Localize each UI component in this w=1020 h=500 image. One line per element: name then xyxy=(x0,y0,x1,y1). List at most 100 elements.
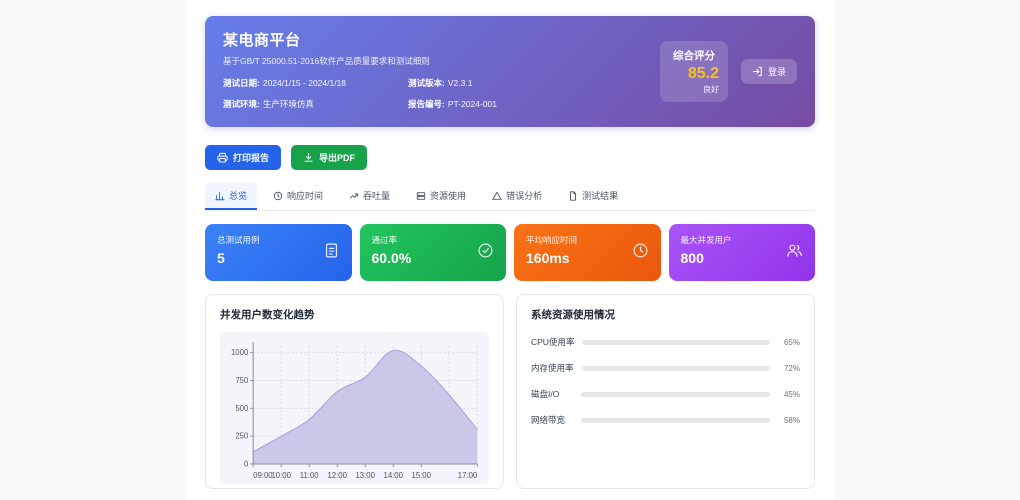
stat-cards: 总测试用例 5 通过率 60.0% 平均响应时间 160ms 最大并发用户 80… xyxy=(205,224,815,281)
print-report-button[interactable]: 打印报告 xyxy=(205,145,282,170)
tab-label: 总览 xyxy=(229,191,248,201)
tab-response-time[interactable]: 响应时间 xyxy=(263,183,333,210)
concurrency-chart-svg: 0 250 500 750 1000 09:0010:00 11:00 12:00 13:00 1… xyxy=(231,342,478,480)
stat-label: 通过率 xyxy=(371,235,398,245)
resource-percent: 45% xyxy=(783,389,800,399)
meta-test-version: 测试版本: V2.3.1 xyxy=(408,77,497,89)
meta-label: 测试日期: xyxy=(223,78,260,88)
report-page: 某电商平台 基于GB/T 25000.51-2016软件产品质量要求和测试细则 … xyxy=(185,0,835,500)
stat-card-avg-response-time: 平均响应时间 160ms xyxy=(514,224,661,281)
login-label: 登录 xyxy=(767,67,786,77)
svg-text:17:00: 17:00 xyxy=(458,471,478,480)
meta-report-number: 报告编号: PT-2024-001 xyxy=(408,98,497,110)
tab-throughput[interactable]: 吞吐量 xyxy=(339,183,400,210)
svg-text:750: 750 xyxy=(235,376,249,385)
svg-text:12:00: 12:00 xyxy=(327,471,347,480)
svg-text:10:00: 10:00 xyxy=(271,471,291,480)
tab-error-analysis[interactable]: 错误分析 xyxy=(482,183,552,210)
stat-label: 最大并发用户 xyxy=(680,235,732,245)
svg-text:14:00: 14:00 xyxy=(383,471,403,480)
meta-label: 报告编号: xyxy=(408,99,445,109)
tab-label: 响应时间 xyxy=(287,191,324,201)
tab-resource-usage[interactable]: 资源使用 xyxy=(406,183,476,210)
tab-overview[interactable]: 总览 xyxy=(205,183,258,210)
stat-label: 总测试用例 xyxy=(217,235,260,245)
content-panels: 并发用户数变化趋势 0 250 500 750 1000 09:00 10:00 11:00 1… xyxy=(205,294,815,489)
resource-progress-track xyxy=(581,365,770,371)
system-resources-panel: 系统资源使用情况 CPU使用率 65% 内存使用率 72% 磁盘I/O 45% xyxy=(516,294,815,489)
tab-bar: 总览 响应时间 吞吐量 资源使用 错误分析 测试结果 xyxy=(205,183,815,211)
users-icon xyxy=(786,242,803,264)
clock-icon xyxy=(273,191,283,201)
export-pdf-label: 导出PDF xyxy=(319,153,356,163)
tab-label: 测试结果 xyxy=(582,191,619,201)
login-icon xyxy=(752,66,763,77)
meta-test-env: 测试环境: 生产环境仿真 xyxy=(223,98,408,110)
meta-value: 2024/1/15 - 2024/1/18 xyxy=(262,78,347,88)
resource-label: 网络带宽 xyxy=(531,415,566,425)
resource-row-network: 网络带宽 58% xyxy=(531,414,800,426)
stat-card-max-concurrent-users: 最大并发用户 800 xyxy=(668,224,815,281)
toolbar: 打印报告 导出PDF xyxy=(205,145,815,170)
stat-value: 800 xyxy=(680,250,704,266)
report-header-info: 某电商平台 基于GB/T 25000.51-2016软件产品质量要求和测试细则 … xyxy=(223,29,497,114)
resource-label: 内存使用率 xyxy=(531,363,574,373)
svg-text:15:00: 15:00 xyxy=(412,471,432,480)
svg-text:0: 0 xyxy=(244,459,249,468)
svg-text:11:00: 11:00 xyxy=(300,471,319,480)
stat-label: 平均响应时间 xyxy=(526,235,578,245)
document-icon xyxy=(323,242,340,264)
meta-label: 测试版本: xyxy=(408,78,445,88)
tab-label: 吞吐量 xyxy=(363,191,391,201)
meta-value: V2.3.1 xyxy=(447,78,473,88)
export-pdf-button[interactable]: 导出PDF xyxy=(291,145,368,170)
bar-chart-icon xyxy=(215,191,225,201)
report-header-banner: 某电商平台 基于GB/T 25000.51-2016软件产品质量要求和测试细则 … xyxy=(205,16,815,127)
score-grade: 良好 xyxy=(702,85,719,94)
stat-value: 60.0% xyxy=(371,250,412,266)
resource-label: CPU使用率 xyxy=(531,337,575,347)
print-report-label: 打印报告 xyxy=(233,153,270,163)
trend-up-icon xyxy=(349,191,359,201)
concurrency-chart-title: 并发用户数变化趋势 xyxy=(220,309,315,321)
warning-triangle-icon xyxy=(492,191,502,201)
meta-value: 生产环境仿真 xyxy=(262,99,314,109)
svg-text:250: 250 xyxy=(235,432,249,441)
tab-label: 资源使用 xyxy=(430,191,467,201)
resource-percent: 58% xyxy=(783,415,800,425)
concurrency-trend-panel: 并发用户数变化趋势 0 250 500 750 1000 09:00 10:00 11:00 1… xyxy=(205,294,504,489)
check-circle-icon xyxy=(477,242,494,264)
meta-value: PT-2024-001 xyxy=(447,99,497,109)
printer-icon xyxy=(217,152,228,163)
server-icon xyxy=(416,191,426,201)
svg-text:09:00: 09:00 xyxy=(253,471,273,480)
resource-label: 磁盘I/O xyxy=(531,389,560,399)
header-right: 综合评分 85.2 良好 登录 xyxy=(659,29,797,114)
score-value: 85.2 xyxy=(687,65,719,82)
svg-text:1000: 1000 xyxy=(231,348,249,357)
file-icon xyxy=(568,190,578,201)
stat-card-pass-rate: 通过率 60.0% xyxy=(359,224,506,281)
page-title: 某电商平台 xyxy=(223,32,301,49)
score-label: 综合评分 xyxy=(672,50,715,62)
resource-row-memory: 内存使用率 72% xyxy=(531,362,800,374)
report-meta: 测试日期: 2024/1/15 - 2024/1/18 测试版本: V2.3.1 测… xyxy=(223,77,497,110)
resource-list: CPU使用率 65% 内存使用率 72% 磁盘I/O 45% 网络带宽 58% xyxy=(531,336,800,426)
tab-label: 错误分析 xyxy=(506,191,543,201)
stat-card-total-cases: 总测试用例 5 xyxy=(205,224,352,281)
resource-progress-track xyxy=(581,417,770,423)
svg-text:500: 500 xyxy=(235,404,249,413)
page-subtitle: 基于GB/T 25000.51-2016软件产品质量要求和测试细则 xyxy=(223,56,430,66)
meta-label: 测试环境: xyxy=(223,99,260,109)
svg-text:13:00: 13:00 xyxy=(355,471,375,480)
download-icon xyxy=(303,152,314,163)
login-button[interactable]: 登录 xyxy=(740,59,797,84)
resource-progress-track xyxy=(581,391,770,397)
meta-test-date: 测试日期: 2024/1/15 - 2024/1/18 xyxy=(223,77,408,89)
stat-value: 160ms xyxy=(526,250,570,266)
resources-title: 系统资源使用情况 xyxy=(531,309,615,321)
tab-test-results[interactable]: 测试结果 xyxy=(558,183,628,210)
resource-percent: 65% xyxy=(783,337,800,347)
resource-row-disk-io: 磁盘I/O 45% xyxy=(531,388,800,400)
resource-row-cpu: CPU使用率 65% xyxy=(531,336,800,348)
